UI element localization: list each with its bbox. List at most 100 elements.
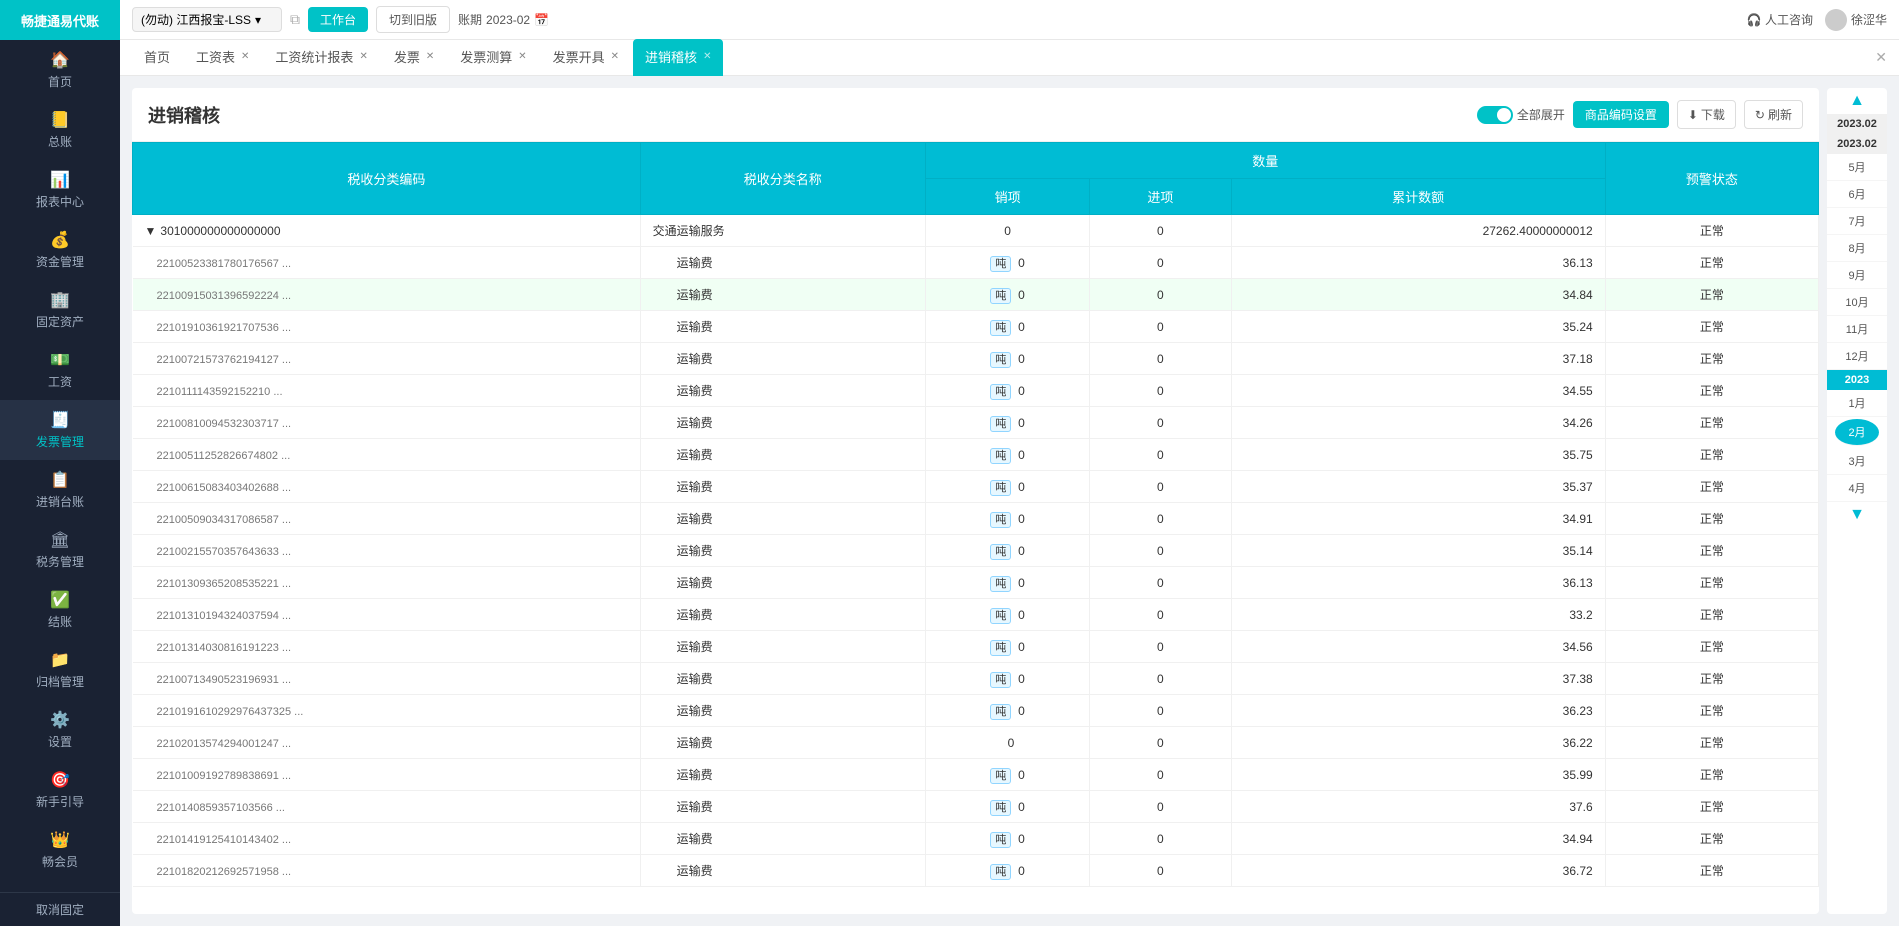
table-row[interactable]: 2210182021269257195​8 ... 运输费 吨 0 0 36.7…	[133, 855, 1819, 887]
sidebar-item-ledger[interactable]: 📒 总账	[0, 100, 120, 160]
sidebar-item-settings[interactable]: ⚙️ 设置	[0, 700, 120, 760]
cumulative-cell: 35.14	[1231, 535, 1605, 567]
table-row[interactable]: 2210111143592152210 ... 运输费 吨 0 0 34.55 …	[133, 375, 1819, 407]
sale-cell: 吨 0	[925, 663, 1089, 695]
sale-cell: 吨 0	[925, 599, 1089, 631]
sale-cell: 吨 0	[925, 823, 1089, 855]
calendar-month-2-active[interactable]: 2月	[1835, 419, 1879, 446]
table-row[interactable]: 2210191036192170753​6 ... 运输费 吨 0 0 35.2…	[133, 311, 1819, 343]
sidebar-item-funds[interactable]: 💰 资金管理	[0, 220, 120, 280]
company-selector[interactable]: (勿动) 江西报宝-LSS ▾	[132, 7, 282, 32]
tax-name-cell: 运输费	[640, 471, 925, 503]
copy-icon[interactable]: ⧉	[290, 11, 300, 28]
sale-cell: 吨 0	[925, 247, 1089, 279]
table-row[interactable]: 2210072157376219412​7 ... 运输费 吨 0 0 37.1…	[133, 343, 1819, 375]
tab-close-invoice[interactable]: ✕	[426, 51, 434, 62]
refresh-btn[interactable]: ↻ 刷新	[1744, 100, 1803, 129]
download-btn[interactable]: ⬇ 下载	[1677, 100, 1736, 129]
tab-home[interactable]: 首页	[132, 39, 182, 76]
table-row[interactable]: 2210191610292976437​325 ... 运输费 吨 0 0 36…	[133, 695, 1819, 727]
table-row[interactable]: 2210021557035764363​3 ... 运输费 吨 0 0 35.1…	[133, 535, 1819, 567]
table-row[interactable]: 2210140859357103566​ ... 运输费 吨 0 0 37.6 …	[133, 791, 1819, 823]
table-row[interactable]: 2210081009453230371​7 ... 运输费 吨 0 0 34.2…	[133, 407, 1819, 439]
sidebar-item-salary[interactable]: 💵 工资	[0, 340, 120, 400]
sale-cell: 吨 0	[925, 407, 1089, 439]
calendar-month-11[interactable]: 11月	[1827, 316, 1887, 343]
calendar-month-4[interactable]: 4月	[1827, 475, 1887, 502]
calendar-month-3[interactable]: 3月	[1827, 448, 1887, 475]
support-link[interactable]: 🎧 人工咨询	[1747, 11, 1813, 28]
user-menu[interactable]: 徐涩华	[1825, 9, 1887, 31]
content-area: 进销稽核 全部展开 商品编码设置 ⬇ 下载 ↻ 刷新	[120, 76, 1899, 926]
reconcile-table: 税收分类编码 税收分类名称 数量 预警状态 销项 进项 累计数额	[132, 142, 1819, 887]
table-row[interactable]: 2210071349052319693​1 ... 运输费 吨 0 0 37.3…	[133, 663, 1819, 695]
switch-old-button[interactable]: 切到旧版	[376, 6, 450, 33]
pin-toggle[interactable]: 取消固定	[0, 892, 120, 926]
tax-name-cell: 运输费	[640, 311, 925, 343]
table-row[interactable]: 2210061508340340268​8 ... 运输费 吨 0 0 35.3…	[133, 471, 1819, 503]
tab-invoice-open[interactable]: 发票开具 ✕	[541, 39, 631, 76]
sidebar-item-tax[interactable]: 🏛 税务管理	[0, 520, 120, 580]
tab-invoice-calc[interactable]: 发票测算 ✕	[448, 39, 538, 76]
tab-salary-table[interactable]: 工资表 ✕	[184, 39, 261, 76]
status-cell: 正常	[1605, 407, 1818, 439]
table-row[interactable]: 2210141912541014340​2 ... 运输费 吨 0 0 34.9…	[133, 823, 1819, 855]
calendar-scroll-down[interactable]: ▼	[1827, 502, 1887, 528]
calendar-month-6[interactable]: 6月	[1827, 181, 1887, 208]
sidebar-item-archive[interactable]: 📁 归档管理	[0, 640, 120, 700]
tab-reconcile[interactable]: 进销稽核 ✕	[633, 39, 723, 76]
calendar-scroll-up[interactable]: ▲	[1827, 88, 1887, 114]
table-row[interactable]: ▼301000000000000000 交通运输服务 0 0 27262.400…	[133, 215, 1819, 247]
table-row[interactable]: 2210091503139659222​4 ... 运输费 吨 0 0 34.8…	[133, 279, 1819, 311]
calendar-month-9[interactable]: 9月	[1827, 262, 1887, 289]
close-all-tabs-button[interactable]: ✕	[1875, 49, 1887, 66]
table-row[interactable]: 2210050903431708658​7 ... 运输费 吨 0 0 34.9…	[133, 503, 1819, 535]
calendar-month-12[interactable]: 12月	[1827, 343, 1887, 370]
tab-close-salary-table[interactable]: ✕	[241, 51, 249, 62]
sidebar-item-member[interactable]: 👑 畅会员	[0, 820, 120, 880]
sidebar-item-guide[interactable]: 🎯 新手引导	[0, 760, 120, 820]
table-row[interactable]: 2210131019432403759​4 ... 运输费 吨 0 0 33.2…	[133, 599, 1819, 631]
table-row[interactable]: 2210051125282667480​2 ... 运输费 吨 0 0 35.7…	[133, 439, 1819, 471]
status-cell: 正常	[1605, 503, 1818, 535]
cumulative-cell: 36.23	[1231, 695, 1605, 727]
status-cell: 正常	[1605, 311, 1818, 343]
purchase-cell: 0	[1090, 727, 1231, 759]
toggle-expand[interactable]: 全部展开	[1477, 106, 1565, 124]
sidebar-item-home[interactable]: 🏠 首页	[0, 40, 120, 100]
table-row[interactable]: 2210131403081619122​3 ... 运输费 吨 0 0 34.5…	[133, 631, 1819, 663]
tab-close-salary-stats[interactable]: ✕	[359, 51, 367, 62]
purchase-cell: 0	[1090, 215, 1231, 247]
tax-name-cell: 运输费	[640, 567, 925, 599]
tab-close-invoice-calc[interactable]: ✕	[518, 51, 526, 62]
toggle-switch[interactable]	[1477, 106, 1513, 124]
calendar-month-8[interactable]: 8月	[1827, 235, 1887, 262]
cumulative-cell: 34.91	[1231, 503, 1605, 535]
sale-cell: 吨 0	[925, 343, 1089, 375]
workbench-button[interactable]: 工作台	[308, 7, 368, 32]
sidebar-item-assets[interactable]: 🏢 固定资产	[0, 280, 120, 340]
tab-salary-stats[interactable]: 工资统计报表 ✕	[263, 39, 379, 76]
purchase-cell: 0	[1090, 247, 1231, 279]
settings-btn[interactable]: 商品编码设置	[1573, 101, 1669, 128]
table-row[interactable]: 2210201357429400124​7 ... 运输费 0 0 36.22 …	[133, 727, 1819, 759]
tab-close-invoice-open[interactable]: ✕	[611, 51, 619, 62]
calendar-year-2023-02-bot[interactable]: 2023.02	[1827, 134, 1887, 154]
tab-invoice[interactable]: 发票 ✕	[382, 39, 446, 76]
table-row[interactable]: 2210052338178017656​7 ... 运输费 吨 0 0 36.1…	[133, 247, 1819, 279]
sidebar-item-purchase[interactable]: 📋 进销台账	[0, 460, 120, 520]
calendar-year-2023-02-top[interactable]: 2023.02	[1827, 114, 1887, 134]
calendar-month-1[interactable]: 1月	[1827, 390, 1887, 417]
sidebar-item-settle[interactable]: ✅ 结账	[0, 580, 120, 640]
calendar-month-10[interactable]: 10月	[1827, 289, 1887, 316]
sidebar-item-reports[interactable]: 📊 报表中心	[0, 160, 120, 220]
tax-code-cell: 2210191036192170753​6 ...	[133, 311, 641, 343]
table-row[interactable]: 2210130936520853522​1 ... 运输费 吨 0 0 36.1…	[133, 567, 1819, 599]
calendar-year-current[interactable]: 2023	[1827, 370, 1887, 390]
sidebar-item-invoice[interactable]: 🧾 发票管理	[0, 400, 120, 460]
calendar-icon[interactable]: 📅	[534, 13, 549, 27]
table-row[interactable]: 2210100919278983869​1 ... 运输费 吨 0 0 35.9…	[133, 759, 1819, 791]
calendar-month-7[interactable]: 7月	[1827, 208, 1887, 235]
tab-close-reconcile[interactable]: ✕	[703, 51, 711, 62]
calendar-month-5[interactable]: 5月	[1827, 154, 1887, 181]
